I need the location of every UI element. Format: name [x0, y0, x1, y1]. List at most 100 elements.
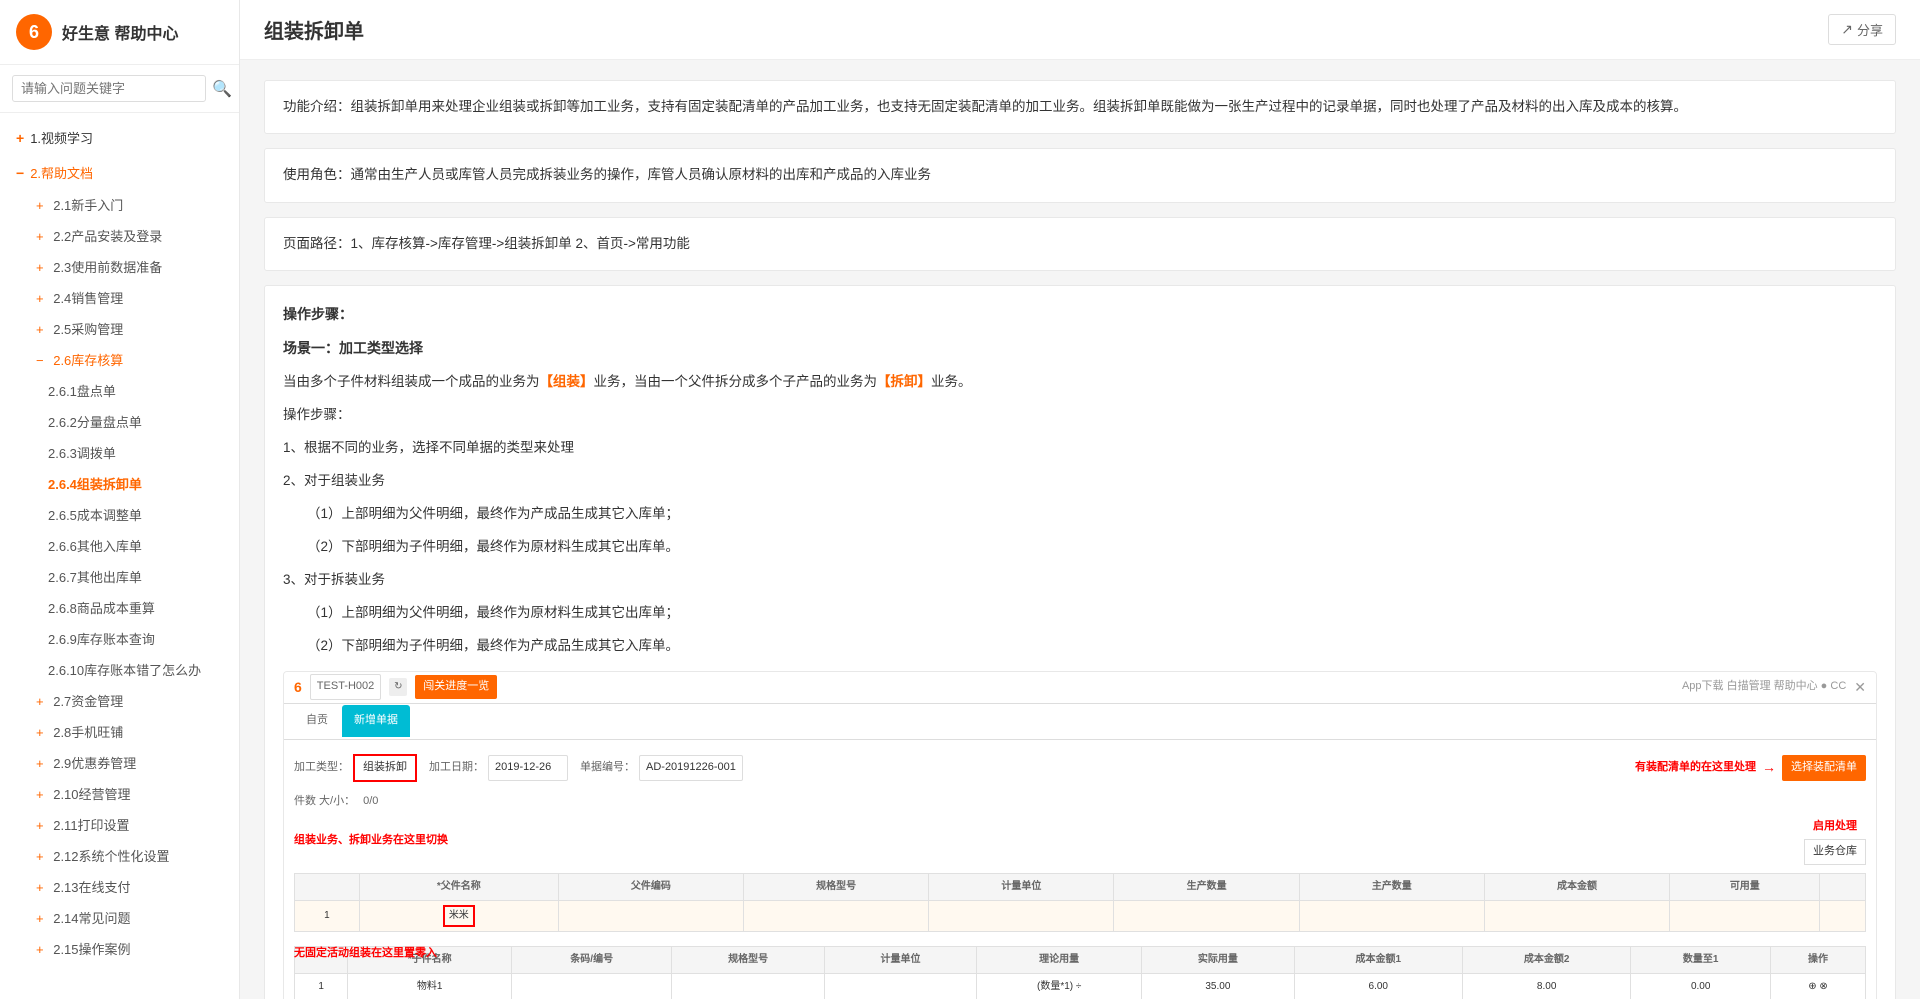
- sidebar-item-install[interactable]: + 2.2产品安装及登录: [0, 220, 239, 251]
- table-row: 1 物料1 (数量*1) ÷ 35.00 6.00: [295, 974, 1866, 999]
- annotation1-area: 有装配清单的在这里处理 → 选择装配清单: [1635, 755, 1866, 781]
- ltd-num: 1: [295, 974, 348, 999]
- annotation-row: 组装业务、拆卸业务在这里切换 启用处理 业务仓库: [294, 815, 1866, 867]
- th-cost: 成本金额: [1484, 874, 1669, 901]
- upper-table-container: *父件名称 父件编码 规格型号 计量单位 生产数量 主产数量 成本金额 可用量: [294, 873, 1866, 932]
- lth-spec: 规格型号: [672, 947, 824, 974]
- label: 2.1新手入门: [53, 198, 123, 213]
- sidebar-item-sales[interactable]: + 2.4销售管理: [0, 282, 239, 313]
- sidebar-item-mobile[interactable]: + 2.8手机旺铺: [0, 716, 239, 747]
- nav-tab-new[interactable]: 新增单据: [342, 705, 410, 737]
- date-label: 加工日期：: [429, 758, 484, 778]
- step3-1: （1）上部明细为父件明细，最终作为原材料生成其它出库单；: [283, 599, 1877, 626]
- lth-cost2: 成本金额2: [1462, 947, 1630, 974]
- label: 2.13在线支付: [53, 880, 130, 895]
- page-title: 组装拆卸单: [264, 15, 364, 44]
- sidebar-item-purchase[interactable]: + 2.5采购管理: [0, 313, 239, 344]
- sidebar-item-print[interactable]: + 2.11打印设置: [0, 809, 239, 840]
- sidebar-item-cost-adjust[interactable]: 2.6.5成本调整单: [0, 499, 239, 530]
- sidebar-item-videos-label: 1.视频学习: [30, 128, 93, 147]
- td-cost: [1484, 901, 1669, 932]
- label: 2.9优惠券管理: [53, 756, 136, 771]
- annotation3-area: 启用处理 业务仓库: [1804, 817, 1866, 865]
- app-screenshot: 6 TEST-H002 ↻ 闯关进度一览 App下载 白描管理 帮助中心 ● C…: [284, 672, 1876, 999]
- plus-icon: +: [36, 756, 44, 771]
- date-value[interactable]: 2019-12-26: [488, 755, 568, 781]
- annotation2-text: 组装业务、拆卸业务在这里切换: [294, 831, 448, 851]
- sidebar-item-docs[interactable]: − 2.帮助文档: [0, 156, 239, 189]
- th-parent-name: *父件名称: [359, 874, 558, 901]
- sidebar-item-assembly[interactable]: 2.6.4组装拆卸单: [0, 468, 239, 499]
- share-label: 分享: [1857, 20, 1883, 39]
- sidebar-item-goods-cost[interactable]: 2.6.8商品成本重算: [0, 592, 239, 623]
- label: 2.14常见问题: [53, 911, 130, 926]
- sidebar-item-inventory[interactable]: − 2.6库存核算: [0, 344, 239, 375]
- sidebar-item-payment[interactable]: + 2.13在线支付: [0, 871, 239, 902]
- sidebar-item-adjust[interactable]: 2.6.3调拨单: [0, 437, 239, 468]
- sidebar-item-newcomer[interactable]: + 2.1新手入门: [0, 189, 239, 220]
- sidebar-item-ops[interactable]: + 2.10经营管理: [0, 778, 239, 809]
- type-field: 加工类型： 组装拆卸: [294, 754, 417, 782]
- sidebar-item-faq[interactable]: + 2.14常见问题: [0, 902, 239, 933]
- nav-tab-zg[interactable]: 自贡: [294, 705, 340, 737]
- td-code: [558, 901, 743, 932]
- sidebar-item-split-stock[interactable]: 2.6.2分量盘点单: [0, 406, 239, 437]
- step2-1: （1）上部明细为父件明细，最终作为产成品生成其它入库单；: [283, 500, 1877, 527]
- th-main-qty: 主产数量: [1299, 874, 1484, 901]
- select-assembly-btn[interactable]: 选择装配清单: [1782, 755, 1866, 781]
- search-input[interactable]: [12, 75, 206, 102]
- sidebar-item-funds[interactable]: + 2.7资金管理: [0, 685, 239, 716]
- type-value[interactable]: 组装拆卸: [353, 754, 417, 782]
- role-block: 使用角色：通常由生产人员或库管人员完成拆装业务的操作，库管人员确认原材料的出库和…: [264, 148, 1896, 202]
- sidebar-item-stock-query[interactable]: 2.6.9库存账本查询: [0, 623, 239, 654]
- sidebar: 6 好生意 帮助中心 🔍 + 1.视频学习 − 2.帮助文档 + 2.1新手入门: [0, 0, 240, 999]
- inventory-subitems: 2.6.1盘点单 2.6.2分量盘点单 2.6.3调拨单 2.6.4组装拆卸单 …: [0, 375, 239, 685]
- steps-block: 操作步骤： 场景一：加工类型选择 当由多个子件材料组装成一个成品的业务为【组装】…: [264, 285, 1896, 999]
- main-content: 组装拆卸单 ↗ 分享 功能介绍：组装拆卸单用来处理企业组装或拆卸等加工业务，支持…: [240, 0, 1920, 999]
- label: 2.6库存核算: [53, 353, 123, 368]
- sidebar-item-other-in[interactable]: 2.6.6其他入库单: [0, 530, 239, 561]
- td-qty: [1114, 901, 1299, 932]
- search-area: 🔍: [0, 65, 239, 113]
- th-op: [1820, 874, 1866, 901]
- next-step-button[interactable]: 闯关进度一览: [415, 675, 497, 699]
- sidebar-item-stocktake[interactable]: 2.6.1盘点单: [0, 375, 239, 406]
- close-icon[interactable]: ✕: [1854, 675, 1866, 700]
- count-value: 0/0: [363, 792, 378, 812]
- company-select[interactable]: TEST-H002: [310, 674, 381, 700]
- sidebar-item-coupon[interactable]: + 2.9优惠券管理: [0, 747, 239, 778]
- sidebar-item-cases[interactable]: + 2.15操作案例: [0, 933, 239, 964]
- td-op: [1820, 901, 1866, 932]
- lth-op: 操作: [1771, 947, 1866, 974]
- sidebar-item-stock-error[interactable]: 2.6.10库存账本错了怎么办: [0, 654, 239, 685]
- search-icon[interactable]: 🔍: [212, 79, 232, 99]
- nav-section-docs: − 2.帮助文档 + 2.1新手入门 + 2.2产品安装及登录 + 2.3使用前…: [0, 156, 239, 964]
- sidebar-item-custom[interactable]: + 2.12系统个性化设置: [0, 840, 239, 871]
- label: 2.11打印设置: [53, 818, 129, 833]
- table-row: 1 米米: [295, 901, 1866, 932]
- qiye-input[interactable]: 业务仓库: [1804, 839, 1866, 865]
- refresh-button[interactable]: ↻: [389, 678, 407, 696]
- td-avail: [1670, 901, 1820, 932]
- annotation3-text: 启用处理: [1813, 817, 1857, 837]
- date-field: 加工日期： 2019-12-26: [429, 755, 568, 781]
- path-text: 页面路径：1、库存核算->库存管理->组装拆卸单 2、首页->常用功能: [283, 236, 690, 251]
- share-button[interactable]: ↗ 分享: [1828, 14, 1896, 45]
- label: 2.5采购管理: [53, 322, 123, 337]
- plus-icon: +: [36, 911, 44, 926]
- minus-icon: −: [36, 353, 44, 368]
- content-area: 功能介绍：组装拆卸单用来处理企业组装或拆卸等加工业务，支持有固定装配清单的产品加…: [240, 60, 1920, 999]
- plus-icon: +: [16, 130, 24, 146]
- plus-icon: +: [36, 260, 44, 275]
- label: 2.2产品安装及登录: [53, 229, 162, 244]
- topbar-right: App下载 白描管理 帮助中心 ● CC ✕: [1682, 675, 1866, 700]
- step2-2: （2）下部明细为子件明细，最终作为原材料生成其它出库单。: [283, 533, 1877, 560]
- sidebar-item-videos[interactable]: + 1.视频学习: [0, 121, 239, 154]
- plus-icon: +: [36, 198, 44, 213]
- sidebar-item-other-out[interactable]: 2.6.7其他出库单: [0, 561, 239, 592]
- count-row: 件数 大/小： 0/0: [294, 788, 1866, 816]
- sidebar-item-dataprep[interactable]: + 2.3使用前数据准备: [0, 251, 239, 282]
- logo-title: 好生意 帮助中心: [62, 20, 178, 44]
- plus-icon: +: [36, 849, 44, 864]
- upper-table: *父件名称 父件编码 规格型号 计量单位 生产数量 主产数量 成本金额 可用量: [294, 873, 1866, 932]
